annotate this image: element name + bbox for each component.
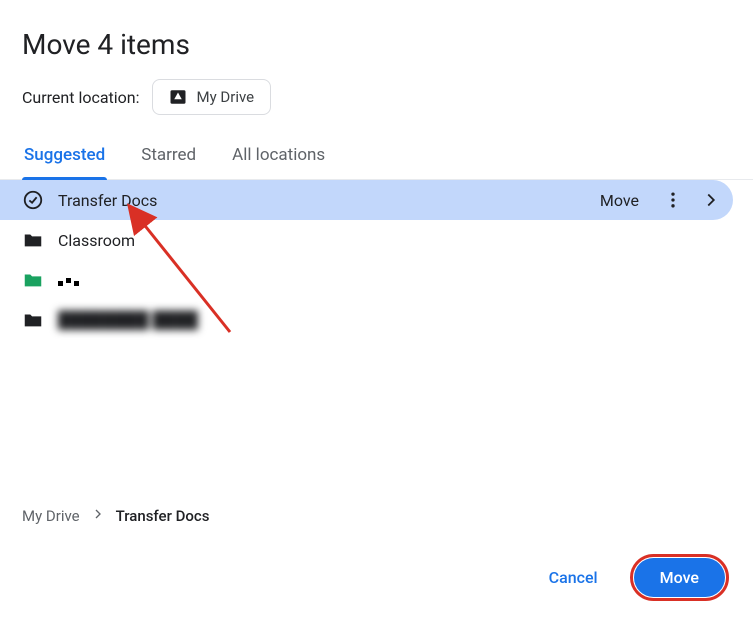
drive-icon — [169, 88, 187, 106]
folder-name: Transfer Docs — [58, 191, 578, 210]
spacer — [0, 340, 753, 496]
folder-row-obscured-1[interactable] — [0, 260, 753, 300]
row-move-action[interactable]: Move — [592, 191, 647, 210]
chevron-right-icon[interactable] — [699, 189, 723, 211]
folder-icon — [22, 229, 44, 251]
tabs: Suggested Starred All locations — [0, 133, 753, 180]
tab-suggested[interactable]: Suggested — [22, 133, 107, 179]
folder-icon — [22, 269, 44, 291]
breadcrumb-root[interactable]: My Drive — [22, 507, 80, 525]
cancel-button[interactable]: Cancel — [535, 558, 612, 597]
folder-row-classroom[interactable]: Classroom — [0, 220, 753, 260]
tab-starred[interactable]: Starred — [139, 133, 198, 179]
folder-list: Transfer Docs Move Classroom — [0, 180, 753, 340]
breadcrumb-current[interactable]: Transfer Docs — [116, 507, 210, 525]
folder-name-obscured — [58, 271, 731, 290]
current-location-chip[interactable]: My Drive — [152, 79, 272, 115]
folder-icon — [22, 309, 44, 331]
current-location-row: Current location: My Drive — [0, 79, 753, 133]
current-location-label: Current location: — [22, 88, 140, 107]
move-dialog: Move 4 items Current location: My Drive … — [0, 0, 753, 623]
check-circle-icon — [22, 189, 44, 211]
folder-name-obscured: ████████ ████ — [58, 310, 731, 330]
folder-row-obscured-2[interactable]: ████████ ████ — [0, 300, 753, 340]
move-button[interactable]: Move — [634, 558, 725, 597]
chevron-right-icon — [90, 506, 106, 526]
move-button-highlight: Move — [630, 554, 729, 601]
folder-row-transfer-docs[interactable]: Transfer Docs Move — [0, 180, 733, 220]
dialog-footer: Cancel Move — [0, 540, 753, 623]
breadcrumb: My Drive Transfer Docs — [0, 496, 753, 540]
current-location-name: My Drive — [197, 88, 255, 106]
tab-all-locations[interactable]: All locations — [230, 133, 327, 179]
more-options-icon[interactable] — [661, 190, 685, 210]
folder-name: Classroom — [58, 231, 731, 250]
dialog-title: Move 4 items — [0, 20, 753, 79]
